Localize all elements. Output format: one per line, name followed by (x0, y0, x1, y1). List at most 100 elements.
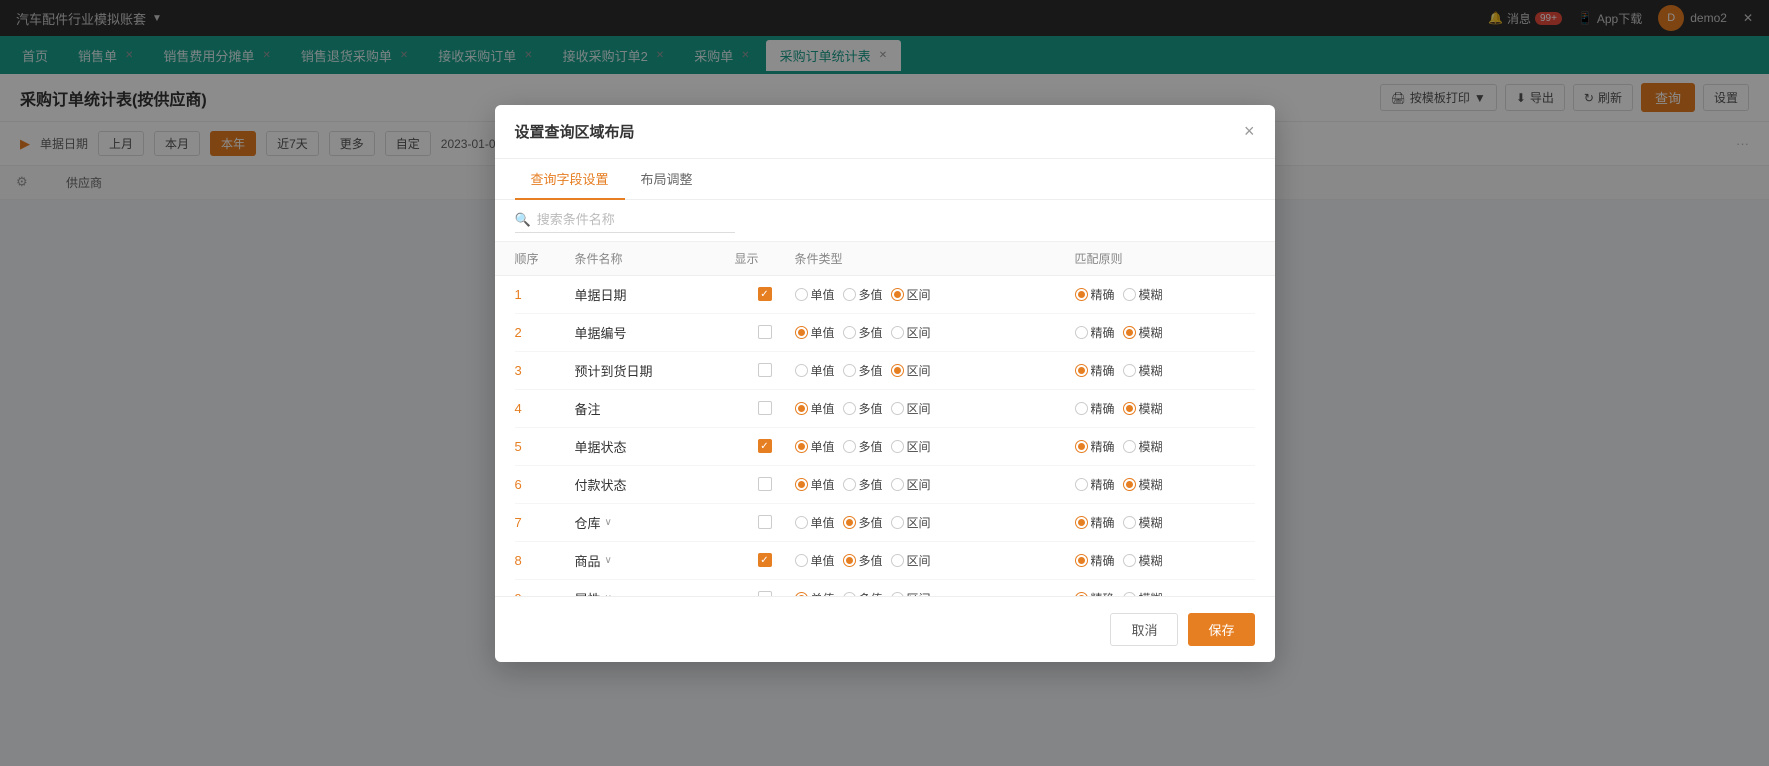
type-radio-option[interactable]: 多值 (843, 324, 883, 341)
radio-button[interactable] (1123, 402, 1136, 415)
match-radio-option[interactable]: 模糊 (1123, 438, 1163, 455)
radio-button[interactable] (1123, 516, 1136, 529)
type-radio-group: 单值多值区间 (795, 362, 1075, 379)
radio-button[interactable] (795, 402, 808, 415)
display-checkbox[interactable] (758, 401, 772, 415)
radio-button[interactable] (891, 478, 904, 491)
row-name: 单据编号 (575, 323, 735, 342)
type-radio-option[interactable]: 单值 (795, 400, 835, 417)
radio-button[interactable] (1075, 554, 1088, 567)
radio-button[interactable] (843, 288, 856, 301)
match-radio-option[interactable]: 模糊 (1123, 514, 1163, 531)
radio-button[interactable] (843, 364, 856, 377)
display-checkbox[interactable] (758, 477, 772, 491)
type-radio-option[interactable]: 区间 (891, 438, 931, 455)
radio-button[interactable] (891, 554, 904, 567)
radio-button[interactable] (891, 402, 904, 415)
radio-button[interactable] (795, 288, 808, 301)
type-radio-option[interactable]: 多值 (843, 438, 883, 455)
match-radio-option[interactable]: 模糊 (1123, 324, 1163, 341)
radio-button[interactable] (891, 516, 904, 529)
radio-button[interactable] (1123, 288, 1136, 301)
type-radio-option[interactable]: 单值 (795, 438, 835, 455)
match-radio-option[interactable]: 模糊 (1123, 286, 1163, 303)
radio-button[interactable] (1075, 402, 1088, 415)
match-radio-option[interactable]: 精确 (1075, 438, 1115, 455)
display-checkbox[interactable] (758, 363, 772, 377)
radio-button[interactable] (1075, 326, 1088, 339)
type-radio-option[interactable]: 区间 (891, 400, 931, 417)
radio-button[interactable] (843, 516, 856, 529)
match-radio-option[interactable]: 精确 (1075, 286, 1115, 303)
cancel-btn[interactable]: 取消 (1110, 613, 1178, 646)
display-checkbox[interactable] (758, 553, 772, 567)
type-radio-option[interactable]: 多值 (843, 286, 883, 303)
match-radio-option[interactable]: 精确 (1075, 552, 1115, 569)
type-radio-option[interactable]: 单值 (795, 286, 835, 303)
type-radio-option[interactable]: 单值 (795, 552, 835, 569)
radio-button[interactable] (891, 326, 904, 339)
type-radio-option[interactable]: 单值 (795, 362, 835, 379)
type-radio-option[interactable]: 区间 (891, 476, 931, 493)
display-checkbox[interactable] (758, 325, 772, 339)
type-radio-option[interactable]: 多值 (843, 514, 883, 531)
chevron-down-icon: ∨ (605, 517, 612, 528)
type-radio-option[interactable]: 单值 (795, 324, 835, 341)
type-radio-option[interactable]: 多值 (843, 476, 883, 493)
radio-button[interactable] (795, 478, 808, 491)
match-radio-option[interactable]: 模糊 (1123, 552, 1163, 569)
row-order: 4 (515, 401, 575, 416)
radio-button[interactable] (1075, 516, 1088, 529)
type-radio-option[interactable]: 多值 (843, 552, 883, 569)
radio-button[interactable] (891, 364, 904, 377)
radio-button[interactable] (843, 440, 856, 453)
match-radio-option[interactable]: 精确 (1075, 476, 1115, 493)
display-checkbox[interactable] (758, 439, 772, 453)
radio-button[interactable] (1075, 440, 1088, 453)
radio-button[interactable] (843, 554, 856, 567)
type-radio-option[interactable]: 区间 (891, 324, 931, 341)
tab-layout-adjust[interactable]: 布局调整 (625, 159, 709, 200)
type-radio-option[interactable]: 多值 (843, 362, 883, 379)
match-radio-option[interactable]: 精确 (1075, 324, 1115, 341)
tab-field-settings[interactable]: 查询字段设置 (515, 159, 625, 200)
radio-button[interactable] (795, 516, 808, 529)
radio-button[interactable] (891, 440, 904, 453)
radio-button[interactable] (1123, 440, 1136, 453)
radio-button[interactable] (1075, 364, 1088, 377)
radio-button[interactable] (843, 478, 856, 491)
display-checkbox[interactable] (758, 515, 772, 529)
radio-button[interactable] (795, 364, 808, 377)
radio-button[interactable] (795, 440, 808, 453)
radio-button[interactable] (1123, 478, 1136, 491)
type-radio-option[interactable]: 多值 (843, 400, 883, 417)
match-radio-option[interactable]: 模糊 (1123, 362, 1163, 379)
radio-button[interactable] (1123, 554, 1136, 567)
radio-button[interactable] (1075, 288, 1088, 301)
match-radio-option[interactable]: 精确 (1075, 400, 1115, 417)
radio-button[interactable] (795, 554, 808, 567)
type-radio-option[interactable]: 单值 (795, 514, 835, 531)
display-checkbox[interactable] (758, 287, 772, 301)
type-radio-option[interactable]: 区间 (891, 514, 931, 531)
match-radio-option[interactable]: 模糊 (1123, 400, 1163, 417)
save-btn[interactable]: 保存 (1188, 613, 1254, 646)
radio-button[interactable] (891, 288, 904, 301)
radio-button[interactable] (1123, 326, 1136, 339)
radio-button[interactable] (843, 402, 856, 415)
type-radio-option[interactable]: 区间 (891, 286, 931, 303)
radio-button[interactable] (843, 326, 856, 339)
match-radio-option[interactable]: 精确 (1075, 514, 1115, 531)
radio-button[interactable] (795, 326, 808, 339)
match-radio-option[interactable]: 模糊 (1123, 476, 1163, 493)
field-table-body: 1单据日期单值多值区间精确模糊2单据编号单值多值区间精确模糊3预计到货日期单值多… (495, 276, 1275, 596)
type-radio-option[interactable]: 区间 (891, 362, 931, 379)
type-radio-option[interactable]: 单值 (795, 476, 835, 493)
type-radio-option[interactable]: 区间 (891, 552, 931, 569)
search-input[interactable] (537, 212, 717, 227)
radio-button[interactable] (1075, 478, 1088, 491)
row-name: 属性 ∨ (575, 589, 735, 596)
match-radio-option[interactable]: 精确 (1075, 362, 1115, 379)
radio-button[interactable] (1123, 364, 1136, 377)
dialog-close-btn[interactable]: × (1244, 122, 1255, 140)
